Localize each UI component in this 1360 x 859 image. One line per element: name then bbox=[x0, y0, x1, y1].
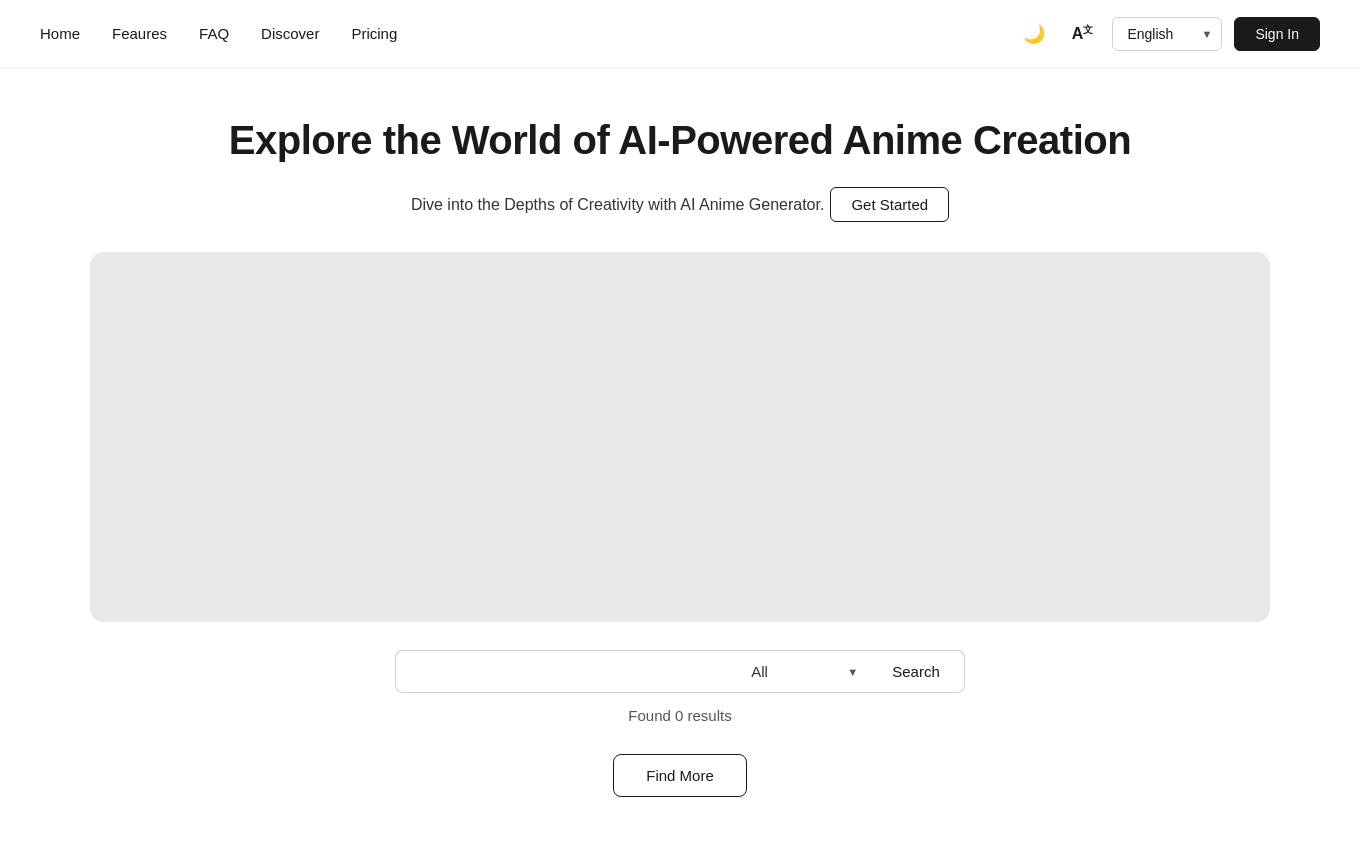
nav-link-home[interactable]: Home bbox=[40, 25, 80, 42]
language-selector: English 日本語 中文 Español Français ▼ bbox=[1112, 17, 1222, 51]
category-select[interactable]: All Anime Manga Character Background bbox=[735, 650, 868, 693]
hero-section: Explore the World of AI-Powered Anime Cr… bbox=[0, 68, 1360, 252]
nav-link-pricing[interactable]: Pricing bbox=[351, 25, 397, 42]
language-select[interactable]: English 日本語 中文 Español Français bbox=[1112, 17, 1222, 51]
signin-button[interactable]: Sign In bbox=[1234, 17, 1320, 51]
nav-right: 🌙 A文 English 日本語 中文 Español Français ▼ S… bbox=[1016, 16, 1320, 52]
nav-link-features[interactable]: Feaures bbox=[112, 25, 167, 42]
nav-link-discover[interactable]: Discover bbox=[261, 25, 319, 42]
hero-title: Explore the World of AI-Powered Anime Cr… bbox=[40, 118, 1320, 163]
search-button[interactable]: Search bbox=[868, 650, 965, 693]
results-count: Found 0 results bbox=[628, 707, 731, 724]
navbar: Home Feaures FAQ Discover Pricing 🌙 A文 E… bbox=[0, 0, 1360, 68]
hero-subtitle-row: Dive into the Depths of Creativity with … bbox=[40, 187, 1320, 222]
find-more-button[interactable]: Find More bbox=[613, 754, 747, 797]
translate-button[interactable]: A文 bbox=[1064, 16, 1100, 52]
search-row: All Anime Manga Character Background ▼ S… bbox=[395, 650, 965, 693]
nav-links: Home Feaures FAQ Discover Pricing bbox=[40, 25, 397, 42]
hero-image-placeholder bbox=[90, 252, 1270, 622]
dark-mode-button[interactable]: 🌙 bbox=[1016, 16, 1052, 52]
hero-subtitle-text: Dive into the Depths of Creativity with … bbox=[411, 196, 825, 214]
category-selector: All Anime Manga Character Background ▼ bbox=[735, 650, 868, 693]
nav-link-faq[interactable]: FAQ bbox=[199, 25, 229, 42]
search-input[interactable] bbox=[395, 650, 735, 693]
get-started-button[interactable]: Get Started bbox=[830, 187, 949, 222]
search-section: All Anime Manga Character Background ▼ S… bbox=[0, 622, 1360, 744]
find-more-section: Find More bbox=[0, 744, 1360, 827]
moon-icon: 🌙 bbox=[1023, 23, 1045, 45]
translate-icon: A文 bbox=[1072, 23, 1094, 43]
